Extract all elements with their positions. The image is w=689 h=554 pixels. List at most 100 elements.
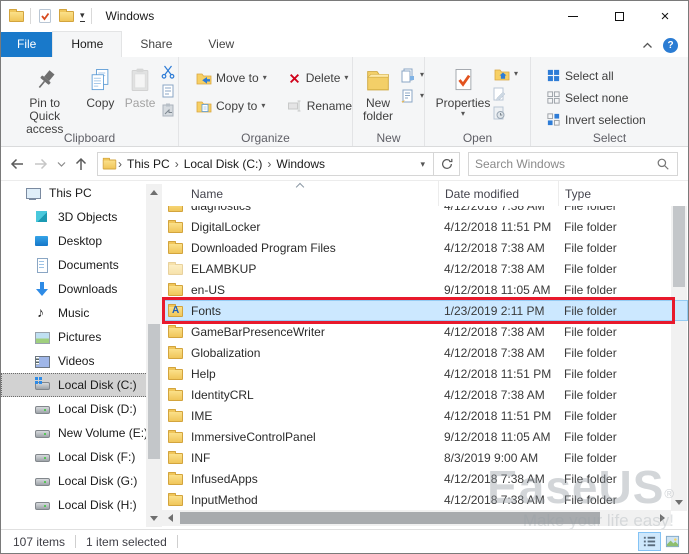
file-date-modified: 4/12/2018 7:38 AM <box>444 471 545 486</box>
sidebar-item[interactable]: Local Disk (F:) <box>1 445 162 469</box>
delete-button[interactable]: Delete ▾ <box>284 69 355 87</box>
scroll-left-icon[interactable] <box>168 514 173 522</box>
breadcrumb-windows[interactable]: Windows <box>272 157 329 171</box>
tab-file[interactable]: File <box>1 32 53 57</box>
tab-home[interactable]: Home <box>52 31 123 57</box>
column-header-name[interactable]: Name <box>162 181 438 206</box>
file-list-horizontal-scrollbar[interactable] <box>162 510 671 526</box>
divider <box>30 8 31 24</box>
address-breadcrumb-box[interactable]: › This PC › Local Disk (C:) › Windows ▾ <box>97 152 434 176</box>
table-row[interactable]: GameBarPresenceWriter 4/12/2018 7:38 AM … <box>162 321 688 342</box>
sidebar-item[interactable]: 3D Objects <box>1 205 162 229</box>
invert-selection-button[interactable]: Invert selection <box>543 111 649 128</box>
up-button[interactable] <box>69 152 93 176</box>
scrollbar-thumb[interactable] <box>148 324 160 459</box>
search-input[interactable] <box>469 157 649 171</box>
move-to-button[interactable]: Move to ▾ <box>193 69 270 87</box>
table-row[interactable]: DigitalLocker 4/12/2018 11:51 PM File fo… <box>162 216 688 237</box>
sidebar-item[interactable]: Local Disk (D:) <box>1 397 162 421</box>
sidebar-item-icon <box>34 329 50 345</box>
sidebar-item[interactable]: Local Disk (G:) <box>1 469 162 493</box>
help-icon[interactable] <box>663 38 678 53</box>
sidebar-scrollbar[interactable] <box>146 184 162 527</box>
scrollbar-thumb[interactable] <box>180 512 600 524</box>
open-group-label: Open <box>462 131 493 145</box>
table-row[interactable]: InfusedApps 4/12/2018 7:38 AM File folde… <box>162 468 688 489</box>
sidebar-item[interactable]: Desktop <box>1 229 162 253</box>
select-all-button[interactable]: Select all <box>543 67 649 84</box>
file-type: File folder <box>564 366 617 381</box>
scroll-up-icon[interactable] <box>150 190 158 195</box>
thumbnail-view-button[interactable] <box>661 532 684 551</box>
table-row[interactable]: Downloaded Program Files 4/12/2018 7:38 … <box>162 237 688 258</box>
pin-to-quick-access-button[interactable]: Pin to Quick access <box>9 61 81 138</box>
history-button[interactable] <box>491 105 521 121</box>
sidebar-item[interactable]: New Volume (E:) <box>1 421 162 445</box>
new-folder-quick-icon[interactable] <box>59 9 74 22</box>
sidebar-item-label: Local Disk (D:) <box>58 402 137 416</box>
paste-shortcut-icon[interactable] <box>160 102 176 118</box>
collapse-ribbon-icon[interactable] <box>642 42 653 49</box>
table-row[interactable]: IME 4/12/2018 11:51 PM File folder <box>162 405 688 426</box>
sidebar-item[interactable]: Downloads <box>1 277 162 301</box>
copy-path-icon[interactable] <box>160 83 176 99</box>
copy-button[interactable]: Copy <box>81 61 121 112</box>
close-button[interactable]: × <box>642 1 688 31</box>
location-folder-icon <box>102 157 117 170</box>
file-name: Downloaded Program Files <box>191 240 336 255</box>
table-row[interactable]: Help 4/12/2018 11:51 PM File folder <box>162 363 688 384</box>
forward-button[interactable] <box>29 152 53 176</box>
column-header-type[interactable]: Type <box>558 181 688 206</box>
open-button[interactable]: ▾ <box>491 65 521 83</box>
breadcrumb-this-pc[interactable]: This PC <box>123 157 174 171</box>
refresh-button[interactable] <box>434 152 460 176</box>
selected-count: 1 item selected <box>86 534 167 549</box>
paste-button[interactable]: Paste <box>120 61 160 112</box>
breadcrumb-local-disk-c[interactable]: Local Disk (C:) <box>180 157 267 171</box>
properties-button[interactable]: Properties ▾ <box>435 61 491 120</box>
table-row[interactable]: Fonts 1/23/2019 2:11 PM File folder <box>162 300 688 321</box>
table-row[interactable]: INF 8/3/2019 9:00 AM File folder <box>162 447 688 468</box>
cut-icon[interactable] <box>160 64 176 80</box>
customize-qat-chevron-icon[interactable]: ▾ <box>80 10 85 22</box>
sidebar-item[interactable]: Local Disk (H:) <box>1 493 162 517</box>
recent-locations-chevron-icon[interactable] <box>53 152 69 176</box>
rename-label: Rename <box>306 99 353 113</box>
sidebar-item[interactable]: Music <box>1 301 162 325</box>
sidebar-item[interactable]: Local Disk (C:) <box>1 373 162 397</box>
sidebar-item[interactable]: Videos <box>1 349 162 373</box>
copy-to-button[interactable]: Copy to ▾ <box>193 97 270 115</box>
select-none-button[interactable]: Select none <box>543 89 649 106</box>
table-row[interactable]: IdentityCRL 4/12/2018 7:38 AM File folde… <box>162 384 688 405</box>
sidebar-item[interactable]: This PC <box>1 181 162 205</box>
column-header-date-modified[interactable]: Date modified <box>438 181 558 206</box>
search-icon[interactable] <box>649 157 677 171</box>
select-all-icon <box>546 68 561 83</box>
sidebar-item[interactable]: Documents <box>1 253 162 277</box>
table-row[interactable]: ELAMBKUP 4/12/2018 7:38 AM File folder <box>162 258 688 279</box>
table-row[interactable]: ImmersiveControlPanel 9/12/2018 11:05 AM… <box>162 426 688 447</box>
new-folder-button[interactable]: New folder <box>359 61 397 125</box>
edit-button[interactable] <box>491 86 521 102</box>
file-type: File folder <box>564 387 617 402</box>
rename-button[interactable]: Rename <box>284 97 355 115</box>
folder-icon <box>168 429 183 443</box>
maximize-button[interactable] <box>596 1 642 31</box>
table-row[interactable]: InputMethod 4/12/2018 7:38 AM File folde… <box>162 489 688 510</box>
details-view-button[interactable] <box>638 532 661 551</box>
easy-access-button[interactable]: ▾ <box>397 87 427 105</box>
new-item-button[interactable]: ▾ <box>397 66 427 84</box>
table-row[interactable]: Globalization 4/12/2018 7:38 AM File fol… <box>162 342 688 363</box>
scroll-down-icon[interactable] <box>150 516 158 521</box>
minimize-button[interactable] <box>550 1 596 31</box>
tab-view[interactable]: View <box>190 32 252 57</box>
scroll-right-icon[interactable] <box>660 514 665 522</box>
address-dropdown-chevron-icon[interactable]: ▾ <box>414 159 431 170</box>
sidebar-item-icon <box>34 304 50 321</box>
file-type: File folder <box>564 345 617 360</box>
properties-quick-icon[interactable] <box>37 8 53 24</box>
sidebar-item[interactable]: Pictures <box>1 325 162 349</box>
table-row[interactable]: en-US 9/12/2018 11:05 AM File folder <box>162 279 688 300</box>
back-button[interactable] <box>5 152 29 176</box>
tab-share[interactable]: Share <box>122 32 190 57</box>
